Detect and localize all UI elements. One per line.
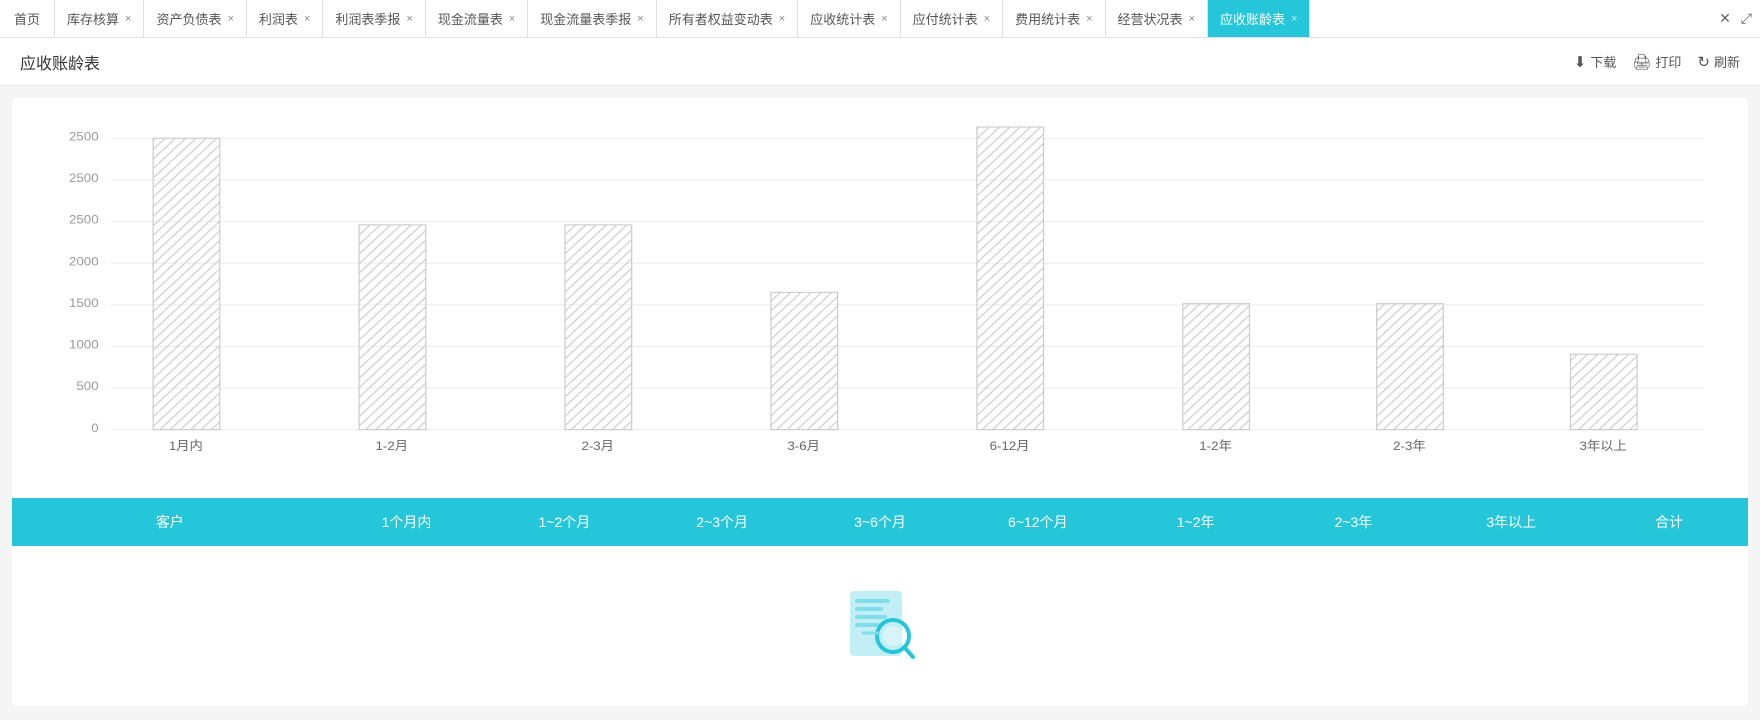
tab-bar: 首页 库存核算 × 资产负债表 × 利润表 × 利润表季报 × 现金流量表 × … — [0, 0, 1760, 38]
tab-ar-stat-label: 应收统计表 — [810, 9, 875, 28]
col-2-3year: 2~3年 — [1275, 498, 1433, 546]
tab-inventory[interactable]: 库存核算 × — [55, 0, 144, 38]
header-actions: ⬇ 下载 🖨 打印 ↻ 刷新 — [1574, 52, 1740, 71]
empty-illustration — [835, 581, 925, 671]
tab-ar-stat-close[interactable]: × — [881, 13, 887, 25]
print-label: 打印 — [1655, 52, 1681, 71]
svg-text:2000: 2000 — [69, 254, 99, 268]
tab-cashflow-label: 现金流量表 — [438, 9, 503, 28]
svg-text:1000: 1000 — [69, 337, 99, 351]
tab-operation-close[interactable]: × — [1189, 13, 1195, 25]
col-1-2month: 1~2个月 — [485, 498, 643, 546]
tab-ar-stat[interactable]: 应收统计表 × — [798, 0, 900, 38]
tab-inventory-close[interactable]: × — [125, 13, 131, 25]
col-1-2year: 1~2年 — [1117, 498, 1275, 546]
tab-ar-aging[interactable]: 应收账龄表 × — [1208, 0, 1310, 38]
tab-profit[interactable]: 利润表 × — [247, 0, 323, 38]
tab-profit-quarterly[interactable]: 利润表季报 × — [323, 0, 425, 38]
page-title: 应收账龄表 — [20, 50, 100, 74]
tab-equity-close[interactable]: × — [779, 13, 785, 25]
svg-text:1-2年: 1-2年 — [1199, 438, 1232, 452]
svg-text:1月内: 1月内 — [169, 438, 203, 452]
main-content: 2500 2500 2500 2000 1500 1000 500 0 — [12, 98, 1748, 706]
col-total: 合计 — [1590, 498, 1748, 546]
svg-text:3年以上: 3年以上 — [1580, 438, 1627, 452]
tab-balance-sheet[interactable]: 资产负债表 × — [144, 0, 246, 38]
window-controls: ✕ ⤢ — [1701, 10, 1760, 27]
svg-text:3-6月: 3-6月 — [787, 438, 820, 452]
svg-text:2500: 2500 — [69, 212, 99, 226]
tab-cashflow-quarterly[interactable]: 现金流量表季报 × — [528, 0, 656, 38]
page-header: 应收账龄表 ⬇ 下载 🖨 打印 ↻ 刷新 — [0, 38, 1760, 86]
tab-equity[interactable]: 所有者权益变动表 × — [657, 0, 798, 38]
col-3year-plus: 3年以上 — [1432, 498, 1590, 546]
table-header: 客户 1个月内 1~2个月 2~3个月 3~6个月 6~12个月 1~2年 2~… — [12, 498, 1748, 546]
table-body — [12, 546, 1748, 706]
tab-cashflow[interactable]: 现金流量表 × — [426, 0, 528, 38]
tab-ar-aging-label: 应收账龄表 — [1220, 9, 1285, 28]
col-customer: 客户 — [12, 498, 328, 546]
tab-cashflow-quarterly-label: 现金流量表季报 — [540, 9, 631, 28]
col-1month: 1个月内 — [328, 498, 486, 546]
print-icon: 🖨 — [1632, 53, 1651, 71]
tab-ap-stat[interactable]: 应付统计表 × — [901, 0, 1003, 38]
download-label: 下载 — [1590, 52, 1616, 71]
tab-home[interactable]: 首页 — [0, 0, 55, 38]
tab-balance-sheet-close[interactable]: × — [227, 13, 233, 25]
svg-text:6-12月: 6-12月 — [990, 438, 1030, 452]
tab-ar-aging-close[interactable]: × — [1291, 13, 1297, 25]
tab-expense-stat[interactable]: 费用统计表 × — [1003, 0, 1105, 38]
svg-text:2-3年: 2-3年 — [1393, 438, 1426, 452]
tab-profit-label: 利润表 — [259, 9, 298, 28]
tab-operation-label: 经营状况表 — [1118, 9, 1183, 28]
tab-cashflow-close[interactable]: × — [509, 13, 515, 25]
tab-profit-quarterly-label: 利润表季报 — [335, 9, 400, 28]
tab-cashflow-quarterly-close[interactable]: × — [637, 13, 643, 25]
tab-expense-stat-close[interactable]: × — [1086, 13, 1092, 25]
tab-ap-stat-label: 应付统计表 — [913, 9, 978, 28]
svg-text:1500: 1500 — [69, 295, 99, 309]
tab-balance-sheet-label: 资产负债表 — [156, 9, 221, 28]
tab-equity-label: 所有者权益变动表 — [669, 9, 773, 28]
svg-text:2500: 2500 — [69, 171, 99, 185]
maximize-button[interactable]: ⤢ — [1741, 10, 1752, 27]
tab-profit-close[interactable]: × — [304, 13, 310, 25]
tab-inventory-label: 库存核算 — [67, 9, 119, 28]
refresh-icon: ↻ — [1697, 53, 1710, 71]
col-6-12month: 6~12个月 — [959, 498, 1117, 546]
tab-operation[interactable]: 经营状况表 × — [1106, 0, 1208, 38]
tab-expense-stat-label: 费用统计表 — [1015, 9, 1080, 28]
svg-text:1-2月: 1-2月 — [376, 438, 409, 452]
svg-text:2-3月: 2-3月 — [581, 438, 614, 452]
col-2-3month: 2~3个月 — [643, 498, 801, 546]
download-icon: ⬇ — [1574, 53, 1587, 71]
download-button[interactable]: ⬇ 下载 — [1574, 52, 1617, 71]
bar-chart: 2500 2500 2500 2000 1500 1000 500 0 — [32, 118, 1728, 478]
refresh-button[interactable]: ↻ 刷新 — [1697, 52, 1740, 71]
print-button[interactable]: 🖨 打印 — [1632, 52, 1681, 71]
chart-area: 2500 2500 2500 2000 1500 1000 500 0 — [12, 98, 1748, 498]
tab-ap-stat-close[interactable]: × — [984, 13, 990, 25]
svg-text:500: 500 — [76, 379, 98, 393]
svg-text:0: 0 — [91, 420, 98, 434]
refresh-label: 刷新 — [1714, 52, 1740, 71]
col-3-6month: 3~6个月 — [801, 498, 959, 546]
tab-profit-quarterly-close[interactable]: × — [406, 13, 412, 25]
svg-text:2500: 2500 — [69, 129, 99, 143]
minimize-button[interactable]: ✕ — [1719, 10, 1731, 27]
